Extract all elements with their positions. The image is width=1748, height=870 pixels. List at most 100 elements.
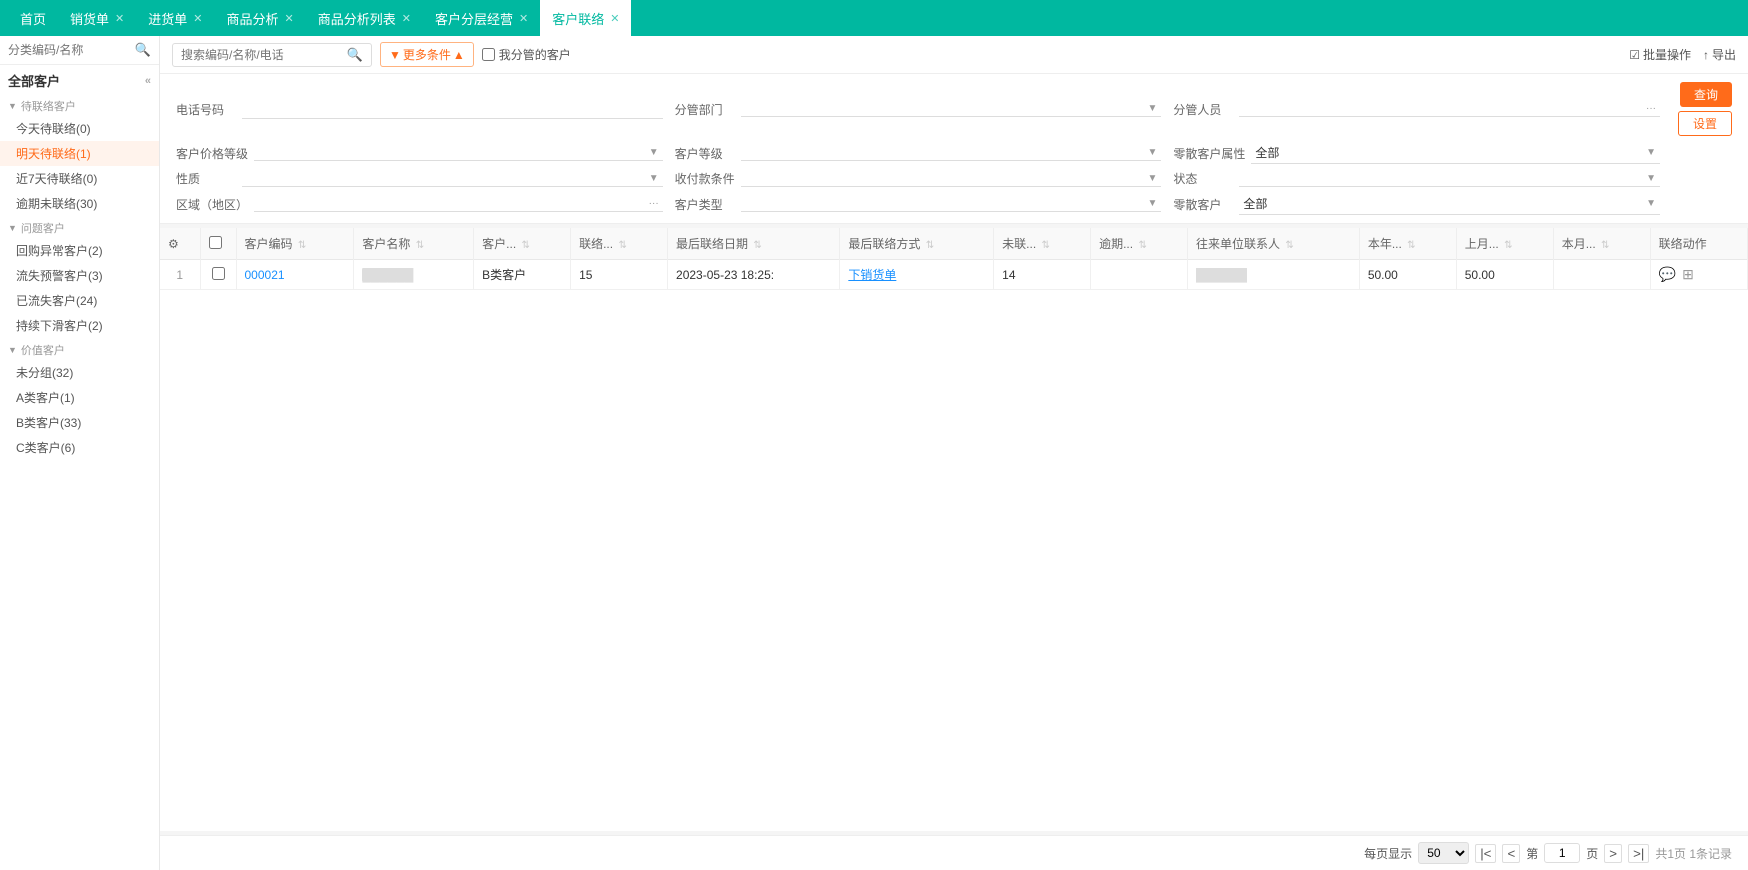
row-this-year: 50.00: [1359, 260, 1456, 290]
status-select[interactable]: ▼: [1239, 171, 1660, 187]
phone-input[interactable]: [242, 100, 663, 119]
table-header-row: ⚙ 客户编码 ⇅ 客户名称 ⇅: [160, 228, 1748, 260]
sidebar-item-today[interactable]: 今天待联络(0): [0, 116, 159, 141]
close-sales-icon[interactable]: ✕: [115, 12, 124, 25]
price-grade-select[interactable]: ▼: [254, 145, 663, 161]
row-checkbox[interactable]: [212, 267, 225, 280]
sidebar-item-overdue[interactable]: 逾期未联络(30): [0, 191, 159, 216]
close-customer-tier-icon[interactable]: ✕: [519, 12, 528, 25]
last-page-btn[interactable]: >|: [1628, 844, 1649, 863]
row-name[interactable]: ██████: [354, 260, 474, 290]
sort-this-year-icon[interactable]: ⇅: [1407, 240, 1415, 251]
row-contacts: 15: [571, 260, 668, 290]
row-more-icon[interactable]: ⊞: [1682, 266, 1694, 283]
retail-attr-field: 零散客户属性 全部 ▼: [1173, 142, 1660, 164]
sidebar-item-tomorrow[interactable]: 明天待联络(1): [0, 141, 159, 166]
nav-product-analysis-list[interactable]: 商品分析列表 ✕: [306, 0, 423, 36]
sidebar-item-declining[interactable]: 持续下滑客户(2): [0, 313, 159, 338]
query-button[interactable]: 查询: [1680, 82, 1732, 107]
dept-select[interactable]: ▼: [741, 101, 1162, 117]
customer-type-caret-icon: ▼: [1147, 198, 1157, 209]
first-page-btn[interactable]: |<: [1475, 844, 1496, 863]
customer-type-select[interactable]: ▼: [741, 196, 1162, 212]
sidebar-item-a-class[interactable]: A类客户(1): [0, 385, 159, 410]
all-customers-header[interactable]: 全部客户 «: [0, 65, 159, 94]
sidebar-search-box: 🔍: [0, 36, 159, 65]
nature-field: 性质 ▼: [176, 170, 663, 187]
nature-select[interactable]: ▼: [242, 171, 663, 187]
gear-icon[interactable]: ⚙: [168, 237, 179, 251]
page-number-input[interactable]: [1544, 843, 1580, 863]
search-icon[interactable]: 🔍: [347, 47, 363, 63]
sort-no-contact-icon[interactable]: ⇅: [1042, 240, 1050, 251]
sort-contacts-icon[interactable]: ⇅: [618, 240, 626, 251]
nav-home[interactable]: 首页: [8, 0, 58, 36]
next-page-btn[interactable]: >: [1604, 844, 1622, 863]
sort-this-month-icon[interactable]: ⇅: [1601, 240, 1609, 251]
export-btn[interactable]: ↑ 导出: [1703, 46, 1736, 63]
retail-customer-select[interactable]: 全部 ▼: [1239, 193, 1660, 215]
sidebar-search-icon[interactable]: 🔍: [135, 42, 151, 58]
table-row: 1 000021 ██████ B类客户 15 2023-05-23 18:25…: [160, 260, 1748, 290]
sort-last-month-icon[interactable]: ⇅: [1504, 240, 1512, 251]
row-unit-contact: ██████: [1188, 260, 1360, 290]
my-customers-checkbox-label[interactable]: 我分管的客户: [482, 46, 571, 63]
sidebar-search-input[interactable]: [8, 43, 135, 57]
sidebar-item-lost-risk[interactable]: 流失预警客户(3): [0, 263, 159, 288]
nav-customer-tier[interactable]: 客户分层经营 ✕: [423, 0, 540, 36]
row-last-contact-method[interactable]: 下销货单: [840, 260, 994, 290]
retail-attr-caret-icon: ▼: [1646, 147, 1656, 158]
close-product-analysis-list-icon[interactable]: ✕: [402, 12, 411, 25]
filter-icon: ▼: [389, 48, 401, 62]
sort-last-method-icon[interactable]: ⇅: [926, 240, 934, 251]
row-code[interactable]: 000021: [236, 260, 354, 290]
close-purchase-icon[interactable]: ✕: [193, 12, 202, 25]
col-unit-contact-header: 往来单位联系人 ⇅: [1188, 228, 1360, 260]
col-this-year-header: 本年... ⇅: [1359, 228, 1456, 260]
nav-customer-contact[interactable]: 客户联络 ✕: [540, 0, 631, 36]
sidebar-item-ungrouped[interactable]: 未分组(32): [0, 360, 159, 385]
retail-attr-select[interactable]: 全部 ▼: [1251, 142, 1660, 164]
sidebar-item-b-class[interactable]: B类客户(33): [0, 410, 159, 435]
sidebar-item-7days[interactable]: 近7天待联络(0): [0, 166, 159, 191]
nav-purchase[interactable]: 进货单 ✕: [136, 0, 214, 36]
row-comment-icon[interactable]: 💬: [1659, 266, 1676, 283]
sidebar-item-return-abnormal[interactable]: 回购异常客户(2): [0, 238, 159, 263]
close-customer-contact-icon[interactable]: ✕: [610, 12, 619, 25]
customer-grade-select[interactable]: ▼: [741, 145, 1162, 161]
prev-page-btn[interactable]: <: [1502, 844, 1520, 863]
nav-product-analysis[interactable]: 商品分析 ✕: [214, 0, 305, 36]
row-last-contact-date: 2023-05-23 18:25:: [668, 260, 840, 290]
sort-code-icon[interactable]: ⇅: [298, 240, 306, 251]
sort-unit-contact-icon[interactable]: ⇅: [1285, 240, 1293, 251]
more-conditions-btn[interactable]: ▼ 更多条件 ▲: [380, 42, 474, 67]
batch-operations-btn[interactable]: ☑ 批量操作: [1629, 46, 1691, 63]
top-navigation: 首页 销货单 ✕ 进货单 ✕ 商品分析 ✕ 商品分析列表 ✕ 客户分层经营 ✕ …: [0, 0, 1748, 36]
status-field: 状态 ▼: [1173, 170, 1660, 187]
my-customers-checkbox[interactable]: [482, 48, 495, 61]
region-select[interactable]: ···: [254, 196, 663, 212]
search-input[interactable]: [181, 48, 347, 62]
sort-type-icon[interactable]: ⇅: [522, 240, 530, 251]
collapse-icon: «: [145, 75, 151, 87]
page-total: 共1页 1条记录: [1655, 845, 1732, 862]
select-all-checkbox[interactable]: [209, 236, 222, 249]
settings-button[interactable]: 设置: [1678, 111, 1732, 136]
col-last-date-header: 最后联络日期 ⇅: [668, 228, 840, 260]
col-name-header: 客户名称 ⇅: [354, 228, 474, 260]
sort-name-icon[interactable]: ⇅: [416, 240, 424, 251]
payment-select[interactable]: ▼: [741, 171, 1162, 187]
sidebar-item-lost[interactable]: 已流失客户(24): [0, 288, 159, 313]
manager-select[interactable]: ···: [1239, 101, 1660, 117]
col-this-month-header: 本月... ⇅: [1553, 228, 1650, 260]
sort-overdue-icon[interactable]: ⇅: [1138, 240, 1146, 251]
close-product-analysis-icon[interactable]: ✕: [285, 12, 294, 25]
nav-sales[interactable]: 销货单 ✕: [58, 0, 136, 36]
sort-last-date-icon[interactable]: ⇅: [753, 240, 761, 251]
filter-row-2: 客户价格等级 ▼ 客户等级 ▼ 零散客户属性 全部: [176, 142, 1732, 164]
page-size-select[interactable]: 50 10 20 100: [1418, 842, 1469, 864]
payment-caret-icon: ▼: [1147, 173, 1157, 184]
customer-type-field: 客户类型 ▼: [675, 196, 1162, 213]
dept-caret-icon: ▼: [1147, 103, 1157, 114]
sidebar-item-c-class[interactable]: C类客户(6): [0, 435, 159, 460]
